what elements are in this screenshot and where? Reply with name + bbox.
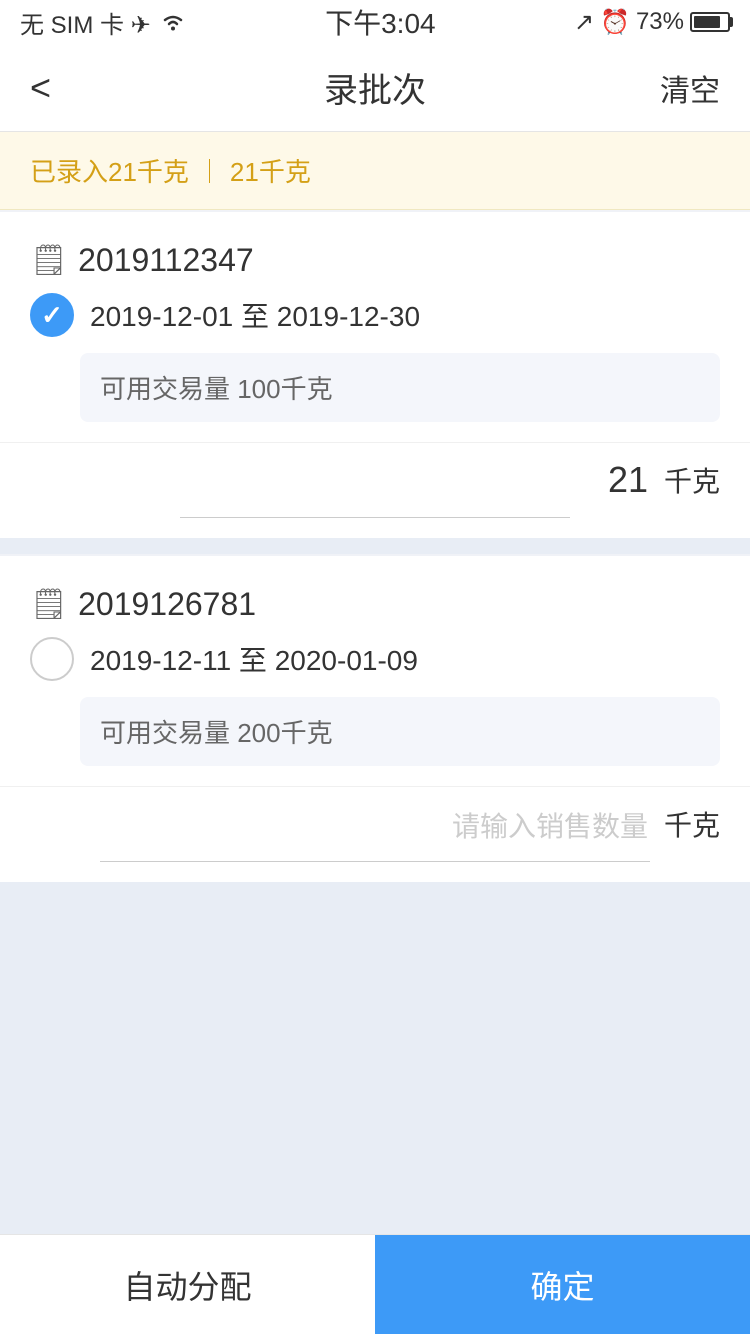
qty-row-2: 千克 bbox=[0, 786, 750, 861]
empty-space bbox=[0, 882, 750, 1282]
batch-bottom-spacer-1 bbox=[0, 518, 750, 538]
batch-date-1: 2019-12-01 至 2019-12-30 bbox=[90, 295, 420, 335]
battery-icon bbox=[690, 12, 730, 32]
batch-item-2: 🗒 2019126781 2019-12-11 至 2020-01-09 bbox=[0, 556, 750, 681]
qty-row-1: 21 千克 bbox=[0, 442, 750, 517]
batch-bottom-spacer-2 bbox=[0, 862, 750, 882]
alarm-icon: ⏰ bbox=[600, 8, 630, 37]
nav-bar: < 录批次 清空 bbox=[0, 44, 750, 132]
status-left: 无 SIM 卡 ✈ bbox=[20, 5, 187, 40]
batch-checkbox-1[interactable] bbox=[30, 293, 74, 337]
status-bar: 无 SIM 卡 ✈ 下午3:04 ↗ ⏰ 73% bbox=[0, 0, 750, 44]
batch-id-1: 2019112347 bbox=[78, 242, 254, 279]
batch-doc-icon-2: 🗒 bbox=[30, 587, 68, 622]
batch-header-2: 🗒 2019126781 bbox=[30, 586, 720, 623]
batch-date-row-1: 2019-12-01 至 2019-12-30 bbox=[30, 293, 720, 337]
qty-unit-2: 千克 bbox=[664, 804, 720, 844]
batch-header-1: 🗒 2019112347 bbox=[30, 242, 720, 279]
batch-item-1: 🗒 2019112347 2019-12-01 至 2019-12-30 bbox=[0, 212, 750, 337]
wifi-icon bbox=[159, 12, 187, 32]
batch-date-2: 2019-12-11 至 2020-01-09 bbox=[90, 639, 418, 679]
info-divider bbox=[209, 159, 210, 183]
batch-card-1: 🗒 2019112347 2019-12-01 至 2019-12-30 可用交… bbox=[0, 212, 750, 538]
info-banner: 已录入21千克 21千克 bbox=[0, 132, 750, 210]
auto-distribute-button[interactable]: 自动分配 bbox=[0, 1235, 375, 1334]
batch-doc-icon-1: 🗒 bbox=[30, 243, 68, 278]
status-time: 下午3:04 bbox=[325, 2, 436, 42]
available-qty-1: 可用交易量 100千克 bbox=[80, 353, 720, 422]
qty-input-2[interactable] bbox=[30, 803, 648, 845]
status-right: ↗ ⏰ 73% bbox=[574, 8, 730, 37]
sim-label: 无 SIM 卡 ✈ bbox=[20, 5, 151, 40]
batch-date-row-2: 2019-12-11 至 2020-01-09 bbox=[30, 637, 720, 681]
qty-unit-1: 千克 bbox=[664, 460, 720, 500]
confirm-button[interactable]: 确定 bbox=[375, 1235, 750, 1334]
recorded-amount: 已录入21千克 bbox=[30, 152, 189, 189]
page-title: 录批次 bbox=[324, 63, 426, 112]
qty-value-1: 21 bbox=[608, 459, 648, 501]
available-qty-2: 可用交易量 200千克 bbox=[80, 697, 720, 766]
bottom-bar: 自动分配 确定 bbox=[0, 1234, 750, 1334]
clear-button[interactable]: 清空 bbox=[660, 66, 720, 110]
battery-percent: 73% bbox=[636, 8, 684, 36]
section-divider bbox=[0, 538, 750, 554]
batch-id-2: 2019126781 bbox=[78, 586, 256, 623]
batch-card-2: 🗒 2019126781 2019-12-11 至 2020-01-09 可用交… bbox=[0, 556, 750, 882]
total-amount: 21千克 bbox=[230, 152, 311, 189]
location-icon: ↗ bbox=[574, 8, 594, 37]
batch-checkbox-2[interactable] bbox=[30, 637, 74, 681]
back-button[interactable]: < bbox=[30, 67, 90, 109]
